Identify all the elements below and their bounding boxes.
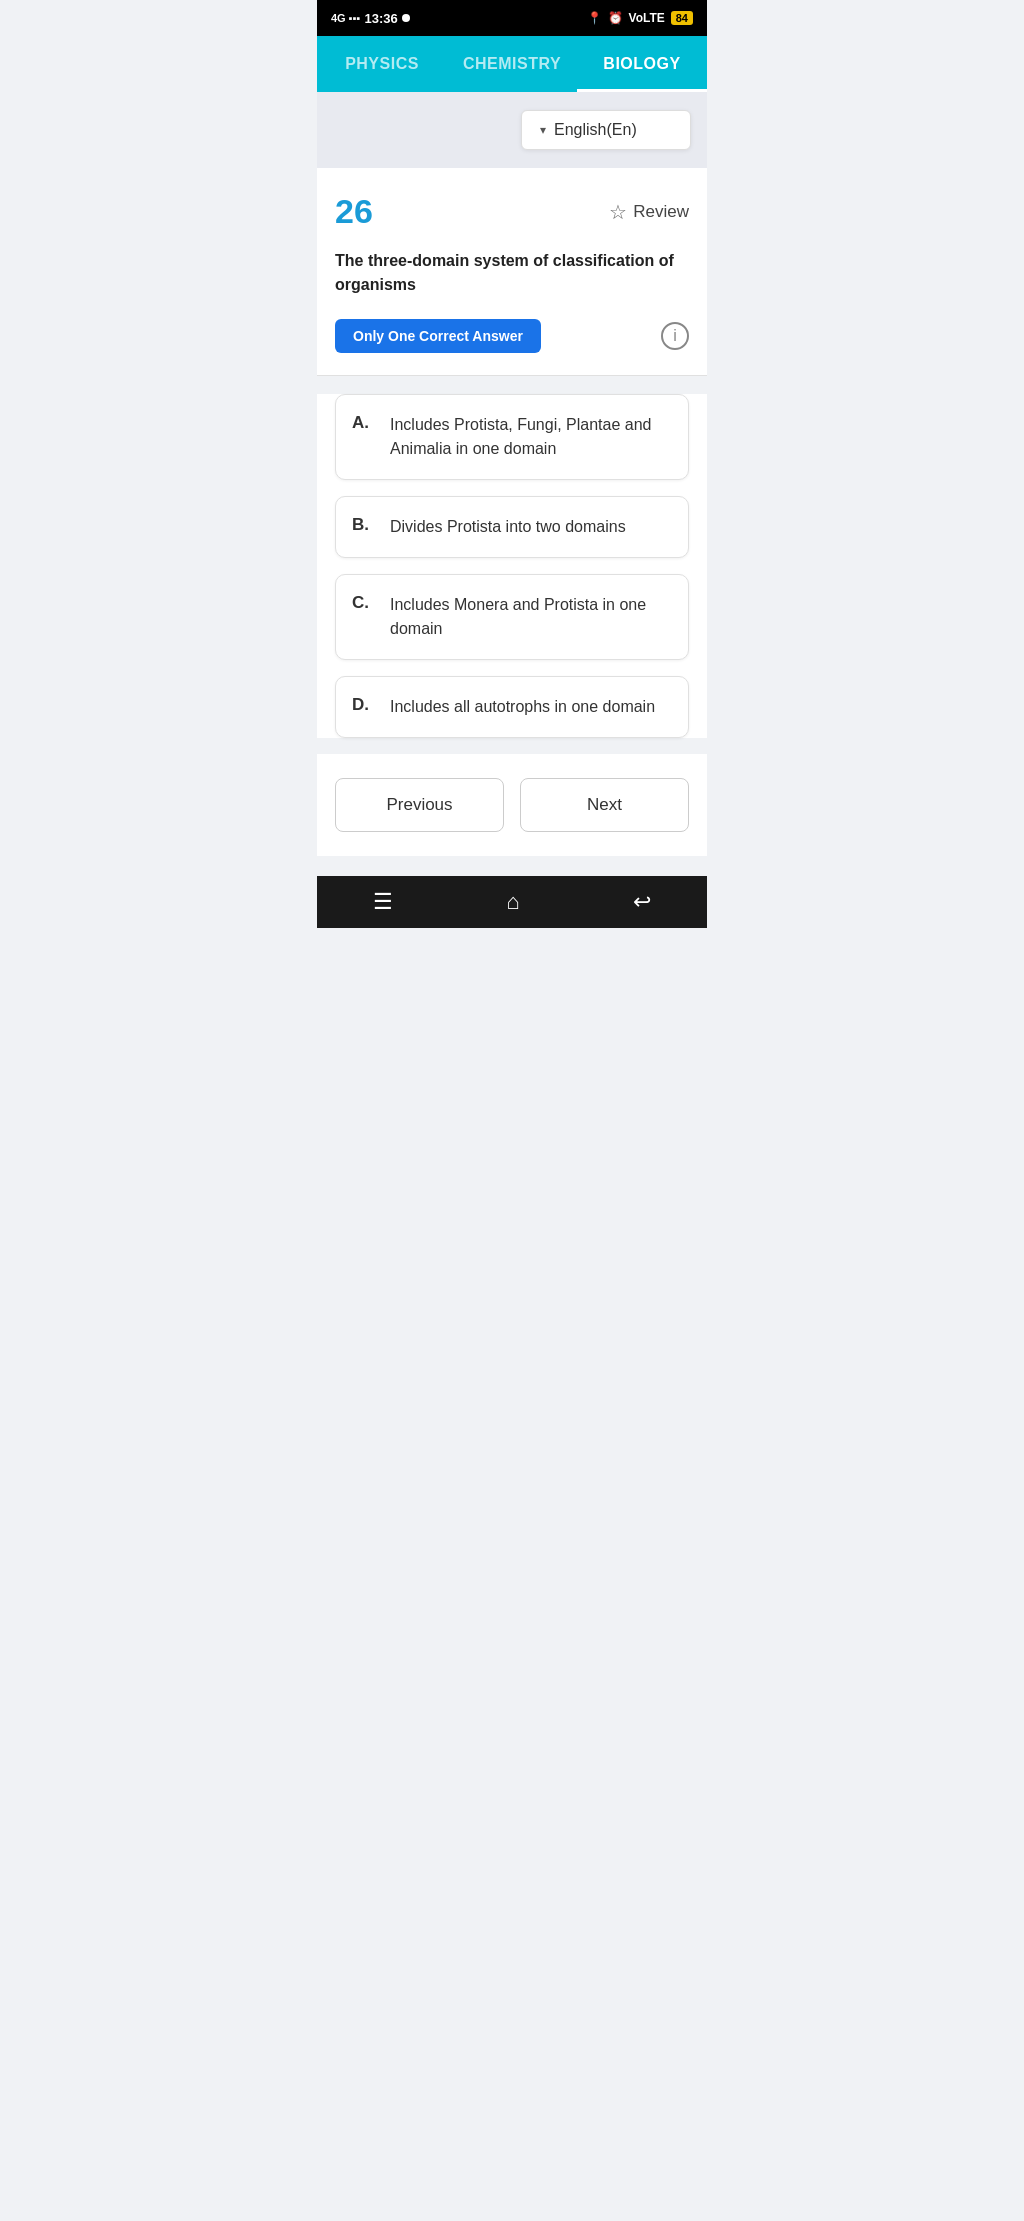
- chevron-down-icon: ▾: [540, 123, 546, 137]
- status-right: 📍 ⏰ VoLTE 84: [587, 11, 693, 25]
- bottom-nav: ☰ ⌂ ↩: [317, 876, 707, 928]
- question-text: The three-domain system of classificatio…: [335, 249, 689, 297]
- answer-type-badge: Only One Correct Answer: [335, 319, 541, 353]
- option-b-text: Divides Protista into two domains: [390, 515, 626, 539]
- question-header: 26 ☆ Review: [335, 192, 689, 231]
- previous-button[interactable]: Previous: [335, 778, 504, 832]
- option-b-label: B.: [352, 515, 374, 535]
- option-d-label: D.: [352, 695, 374, 715]
- back-icon[interactable]: ↩: [633, 889, 651, 915]
- question-container: 26 ☆ Review The three-domain system of c…: [317, 168, 707, 376]
- signal-icon: 4G ▪▪▪: [331, 12, 360, 24]
- tab-bar: PHYSICS CHEMISTRY BIOLOGY: [317, 36, 707, 92]
- language-area: ▾ English(En): [317, 92, 707, 168]
- tab-physics[interactable]: PHYSICS: [317, 36, 447, 92]
- next-button[interactable]: Next: [520, 778, 689, 832]
- options-area: A. Includes Protista, Fungi, Plantae and…: [317, 394, 707, 738]
- alarm-icon: ⏰: [608, 11, 623, 25]
- question-number: 26: [335, 192, 373, 231]
- language-dropdown[interactable]: ▾ English(En): [521, 110, 691, 150]
- nav-buttons: Previous Next: [317, 754, 707, 856]
- tab-chemistry[interactable]: CHEMISTRY: [447, 36, 577, 92]
- tab-biology[interactable]: BIOLOGY: [577, 36, 707, 92]
- status-bar: 4G ▪▪▪ 13:36 📍 ⏰ VoLTE 84: [317, 0, 707, 36]
- menu-icon[interactable]: ☰: [373, 889, 393, 915]
- option-a-label: A.: [352, 413, 374, 433]
- review-button[interactable]: ☆ Review: [609, 200, 689, 224]
- recording-dot: [402, 14, 410, 22]
- language-label: English(En): [554, 121, 637, 139]
- location-icon: 📍: [587, 11, 602, 25]
- option-b[interactable]: B. Divides Protista into two domains: [335, 496, 689, 558]
- home-icon[interactable]: ⌂: [506, 889, 519, 915]
- option-a[interactable]: A. Includes Protista, Fungi, Plantae and…: [335, 394, 689, 480]
- option-d-text: Includes all autotrophs in one domain: [390, 695, 655, 719]
- answer-type-row: Only One Correct Answer i: [335, 319, 689, 353]
- lte-icon: VoLTE: [629, 11, 665, 25]
- star-icon: ☆: [609, 200, 627, 224]
- time: 13:36: [364, 11, 397, 26]
- option-a-text: Includes Protista, Fungi, Plantae and An…: [390, 413, 672, 461]
- option-c-label: C.: [352, 593, 374, 613]
- option-c-text: Includes Monera and Protista in one doma…: [390, 593, 672, 641]
- info-icon[interactable]: i: [661, 322, 689, 350]
- review-label: Review: [633, 202, 689, 222]
- status-left: 4G ▪▪▪ 13:36: [331, 11, 410, 26]
- battery-indicator: 84: [671, 11, 693, 25]
- divider: [317, 375, 707, 376]
- option-d[interactable]: D. Includes all autotrophs in one domain: [335, 676, 689, 738]
- option-c[interactable]: C. Includes Monera and Protista in one d…: [335, 574, 689, 660]
